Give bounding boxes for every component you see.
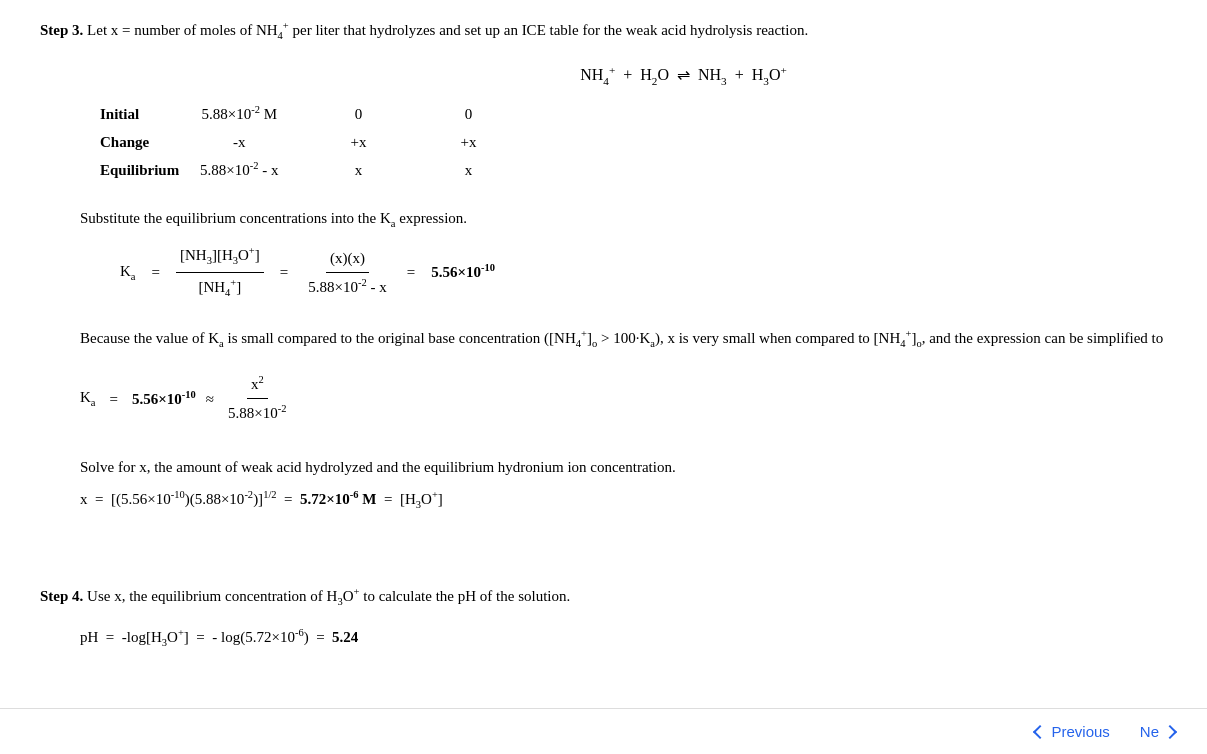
solve-equation: x = [(5.56×10-10)(5.88×10-2)]1/2 = 5.72×… — [80, 487, 1167, 514]
ka-fraction-right: (x)(x) 5.88×10-2 - x — [304, 246, 390, 299]
because-section: Because the value of Ka is small compare… — [80, 326, 1167, 353]
ice-change-h3o: +x — [438, 128, 518, 156]
ka-approx-fraction: x2 5.88×10-2 — [224, 372, 290, 425]
ice-label-change: Change — [100, 128, 200, 156]
ka-lhs: Ka — [120, 259, 136, 286]
ph-equation: pH = -log[H3O+] = - log(5.72×10-6) = 5.2… — [80, 625, 1167, 652]
ice-table: Initial 5.88×10-2 M 0 0 Change -x +x +x … — [100, 100, 518, 184]
ka-denominator-right: 5.88×10-2 - x — [304, 273, 390, 299]
next-button[interactable]: Ne — [1128, 717, 1187, 746]
ka-approx-lhs: Ka — [80, 385, 96, 412]
ka-expression-row: Ka = [NH3][H3O+] [NH4+] = (x)(x) 5.88×10… — [120, 243, 1167, 302]
ice-change-nh3: +x — [298, 128, 438, 156]
previous-button[interactable]: Previous — [1023, 717, 1121, 746]
ice-row-initial: Initial 5.88×10-2 M 0 0 — [100, 100, 518, 128]
ka-value: 5.56×10-10 — [431, 260, 495, 284]
ka-approx-value: 5.56×10-10 — [132, 387, 196, 411]
step3-label: Step 3. — [40, 22, 83, 38]
ka-fraction-left: [NH3][H3O+] [NH4+] — [176, 243, 264, 302]
ka-approx-numerator: x2 — [247, 372, 268, 399]
step3-header: Step 3. Let x = number of moles of NH4+ … — [40, 18, 1167, 44]
ice-eq-nh3: x — [298, 156, 438, 184]
substitute-text: Substitute the equilibrium concentration… — [80, 206, 1167, 233]
nav-bar: Previous Ne — [0, 708, 1207, 754]
ice-initial-nh3: 0 — [298, 100, 438, 128]
ice-label-equilibrium: Equilibrium — [100, 156, 200, 184]
ice-eq-nh4: 5.88×10-2 - x — [200, 156, 298, 184]
previous-label: Previous — [1051, 723, 1109, 740]
ice-label-initial: Initial — [100, 100, 200, 128]
ice-initial-nh4: 5.88×10-2 M — [200, 100, 298, 128]
ka-denominator-left: [NH4+] — [194, 273, 245, 302]
because-text: Because the value of Ka is small compare… — [80, 326, 1167, 353]
step4-header: Step 4. Use x, the equilibrium concentra… — [40, 584, 1167, 611]
ice-change-nh4: -x — [200, 128, 298, 156]
ice-row-change: Change -x +x +x — [100, 128, 518, 156]
ka-numerator-left: [NH3][H3O+] — [176, 243, 264, 273]
chevron-right-icon — [1163, 724, 1177, 738]
ice-initial-h3o: 0 — [438, 100, 518, 128]
next-label: Ne — [1140, 723, 1159, 740]
ka-numerator-right: (x)(x) — [326, 246, 369, 273]
reaction-equation: NH4+ + H2O ⇌ NH3 + H3O+ — [200, 62, 1167, 90]
solve-text: Solve for x, the amount of weak acid hyd… — [80, 455, 1167, 479]
solve-section: Solve for x, the amount of weak acid hyd… — [80, 455, 1167, 514]
ice-eq-h3o: x — [438, 156, 518, 184]
ka-approx-denominator: 5.88×10-2 — [224, 399, 290, 425]
ice-row-equilibrium: Equilibrium 5.88×10-2 - x x x — [100, 156, 518, 184]
step4-label: Step 4. — [40, 588, 83, 604]
ka-approx-row: Ka = 5.56×10-10 ≈ x2 5.88×10-2 — [80, 372, 1167, 425]
chevron-left-icon — [1033, 724, 1047, 738]
